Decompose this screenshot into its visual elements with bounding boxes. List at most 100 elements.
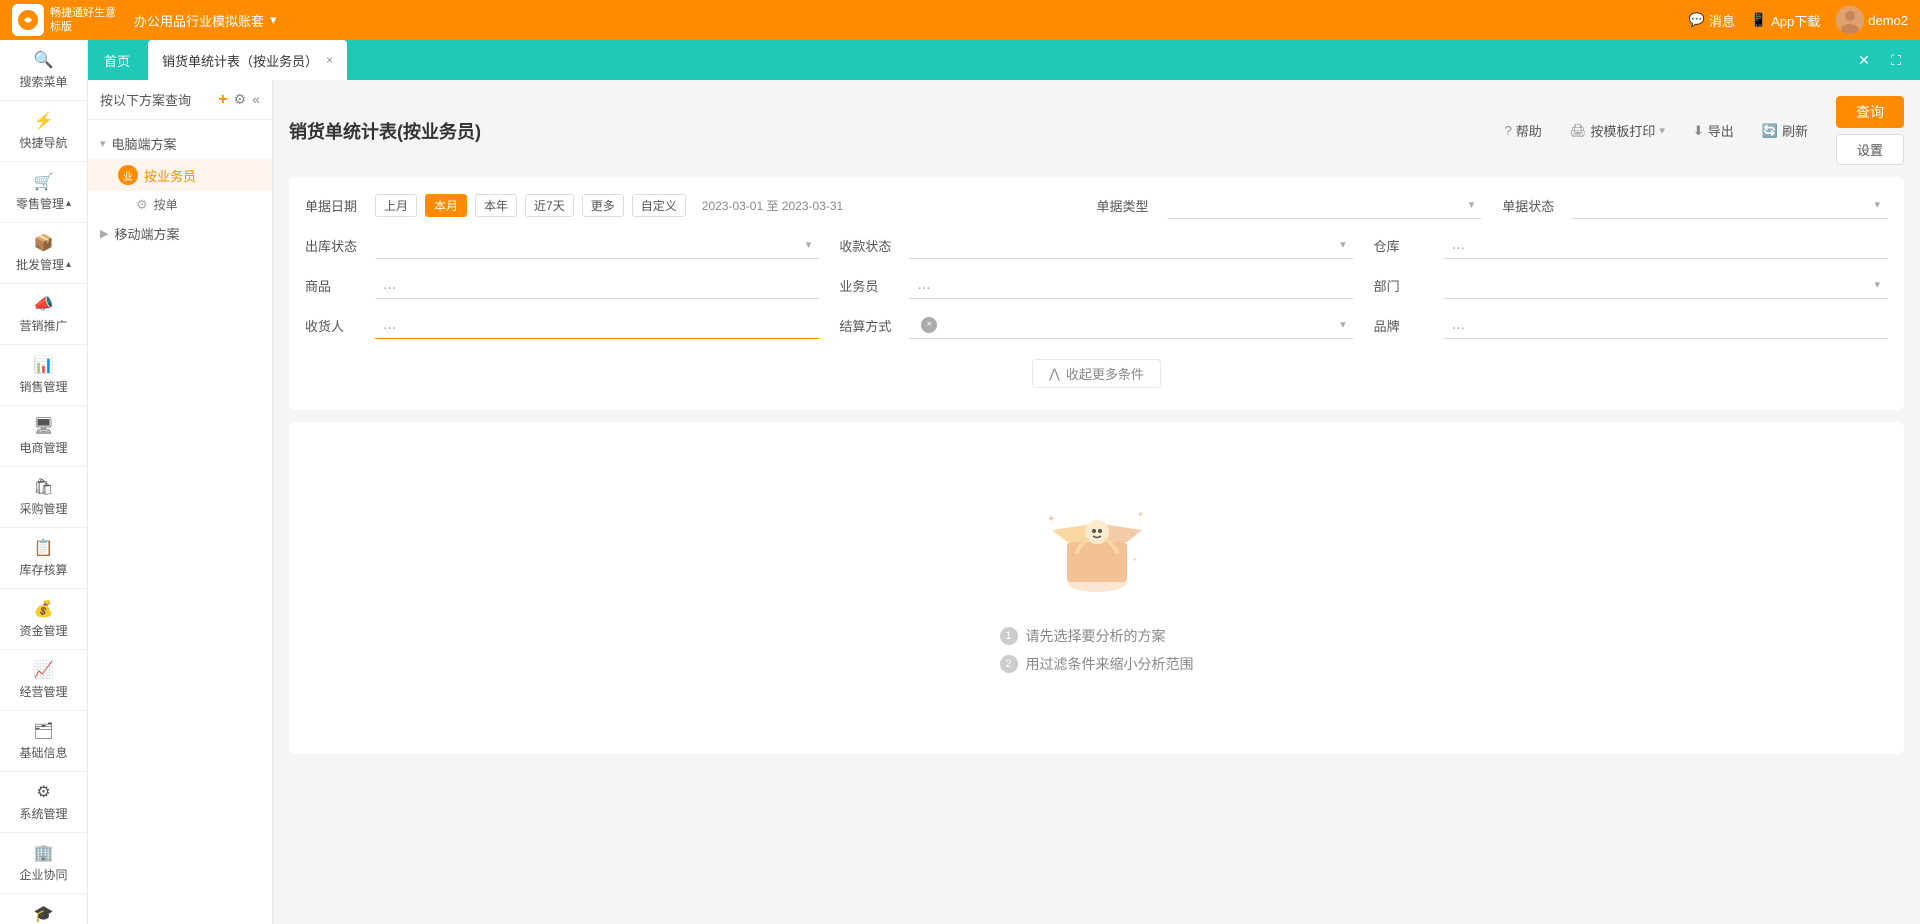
add-scheme-btn[interactable]: + — [218, 91, 227, 109]
filter-item-goods: 商品 ... — [305, 271, 819, 299]
wholesale-icon: 📦 — [34, 233, 54, 253]
left-panel-header-icons: + ⚙ « — [218, 91, 260, 109]
refresh-icon: 🔄 — [1762, 123, 1778, 139]
filter-payment-control[interactable]: ▾ — [909, 231, 1353, 259]
filter-type-control[interactable]: ▾ — [1167, 191, 1483, 219]
tree-group-pc-label[interactable]: ▾ 电脑端方案 — [88, 128, 272, 159]
settings-button[interactable]: 设置 — [1836, 134, 1904, 165]
filter-receiver-control[interactable]: ... — [375, 311, 819, 339]
type-dropdown-icon: ▾ — [1469, 198, 1475, 211]
filter-item-settle: 结算方式 × ▾ — [839, 311, 1353, 339]
tab-close-btn[interactable]: × — [326, 53, 333, 67]
date-btn-this-month[interactable]: 本月 — [425, 194, 467, 217]
sidebar-item-purchase[interactable]: 🛍 采购管理 — [0, 467, 87, 528]
tip-1-text: 请先选择要分析的方案 — [1026, 626, 1166, 646]
tree-group-mobile-arrow: ▶ — [100, 227, 108, 240]
filter-item-warehouse: 仓库 ... — [1374, 231, 1888, 259]
export-icon: ⬇ — [1693, 123, 1704, 139]
newbie-icon: 🎓 — [34, 904, 54, 924]
app-logo: 畅捷通好生意 标版 — [12, 4, 116, 36]
template-print-label: 按模板打印 — [1590, 121, 1655, 140]
salesperson-active-dot: 业 — [118, 165, 138, 185]
sidebar-item-search-menu[interactable]: 🔍 搜索菜单 — [0, 40, 87, 101]
left-panel: 按以下方案查询 + ⚙ « ▾ 电脑端方案 — [88, 80, 273, 924]
collapse-bar: ⋀ 收起更多条件 — [305, 351, 1888, 396]
filter-brand-control[interactable]: ... — [1444, 311, 1888, 339]
tab-home[interactable]: 首页 — [88, 40, 146, 80]
tree-item-salesperson[interactable]: 业 按业务员 — [88, 159, 272, 191]
finance-icon: 💰 — [34, 599, 54, 619]
search-menu-label: 搜索菜单 — [19, 73, 67, 90]
sidebar: 🔍 搜索菜单 ⚡ 快捷导航 🛒 零售管理 ▴ 📦 批发管理 ▴ — [0, 40, 88, 924]
window-expand-btn[interactable]: ⛶ — [1884, 48, 1908, 72]
filter-dept-control[interactable]: ▾ — [1444, 271, 1888, 299]
sidebar-item-basic[interactable]: 🗂 基础信息 — [0, 711, 87, 772]
sidebar-item-operations[interactable]: 📈 经营管理 — [0, 650, 87, 711]
print-icon: 🖨 — [1570, 123, 1587, 139]
help-btn[interactable]: ? 帮助 — [1497, 117, 1550, 144]
date-btn-last-month[interactable]: 上月 — [375, 194, 417, 217]
filter-status-control[interactable]: ▾ — [1572, 191, 1888, 219]
purchase-icon: 🛍 — [33, 477, 53, 497]
template-print-btn[interactable]: 🖨 按模板打印 ▾ — [1562, 117, 1673, 144]
sidebar-item-quick-nav[interactable]: ⚡ 快捷导航 — [0, 101, 87, 162]
filter-item-brand: 品牌 ... — [1374, 311, 1888, 339]
purchase-label: 采购管理 — [19, 500, 67, 517]
collapse-panel-btn[interactable]: « — [252, 91, 260, 109]
svg-text:✦: ✦ — [1137, 510, 1144, 519]
download-icon: 📱 — [1751, 12, 1767, 28]
tip-2-num: 2 — [1000, 655, 1018, 673]
sidebar-item-retail[interactable]: 🛒 零售管理 ▴ — [0, 162, 87, 223]
sidebar-item-ecommerce[interactable]: 🖥 电商管理 — [0, 406, 87, 467]
tree-group-mobile-label[interactable]: ▶ 移动端方案 — [88, 218, 272, 249]
date-btn-this-year[interactable]: 本年 — [475, 194, 517, 217]
search-menu-icon: 🔍 — [34, 50, 54, 70]
tab-bar: 首页 销货单统计表（按业务员） × ✕ ⛶ — [88, 40, 1920, 80]
sales-icon: 📊 — [34, 355, 54, 375]
tab-active[interactable]: 销货单统计表（按业务员） × — [148, 40, 347, 80]
settings-scheme-btn[interactable]: ⚙ — [234, 91, 247, 109]
main-layout: 🔍 搜索菜单 ⚡ 快捷导航 🛒 零售管理 ▴ 📦 批发管理 ▴ — [0, 40, 1920, 924]
filter-warehouse-control[interactable]: ... — [1444, 231, 1888, 259]
empty-tip-2: 2 用过滤条件来缩小分析范围 — [1000, 654, 1194, 674]
retail-arrow-icon: ▴ — [66, 198, 71, 209]
date-btn-7days[interactable]: 近7天 — [525, 194, 574, 217]
settle-clear-btn[interactable]: × — [921, 317, 937, 333]
filter-salesperson-control[interactable]: ... — [909, 271, 1353, 299]
sidebar-item-system[interactable]: ⚙ 系统管理 — [0, 772, 87, 833]
filter-item-payment: 收款状态 ▾ — [839, 231, 1353, 259]
app-download-btn[interactable]: 📱 App下载 — [1751, 11, 1820, 30]
sidebar-item-sales[interactable]: 📊 销售管理 — [0, 345, 87, 406]
tree-sub-item-byorder[interactable]: ⚙ 按单 — [88, 191, 272, 218]
refresh-btn[interactable]: 🔄 刷新 — [1754, 117, 1816, 144]
main-panel: 销货单统计表(按业务员) ? 帮助 🖨 按模板打印 ▾ — [273, 80, 1920, 924]
date-btn-more[interactable]: 更多 — [582, 194, 624, 217]
filter-date-label: 单据日期 — [305, 196, 375, 215]
sidebar-item-marketing[interactable]: 📣 营销推广 — [0, 284, 87, 345]
sidebar-item-finance[interactable]: 💰 资金管理 — [0, 589, 87, 650]
sidebar-item-wholesale[interactable]: 📦 批发管理 ▴ — [0, 223, 87, 284]
avatar — [1836, 6, 1864, 34]
sales-label: 销售管理 — [19, 378, 67, 395]
window-close-btn[interactable]: ✕ — [1852, 48, 1876, 72]
empty-illustration: ✦ ✦ ✦ — [1037, 502, 1157, 602]
enterprise-label: 企业协同 — [19, 866, 67, 883]
filter-ship-control[interactable]: ▾ — [375, 231, 819, 259]
collapse-filter-btn[interactable]: ⋀ 收起更多条件 — [1032, 359, 1161, 388]
message-btn[interactable]: 💬 消息 — [1689, 11, 1735, 30]
workspace-selector[interactable]: 办公用品行业模拟账套 ▾ — [134, 11, 277, 30]
sidebar-item-enterprise[interactable]: 🏢 企业协同 — [0, 833, 87, 894]
tree-group-mobile: ▶ 移动端方案 — [88, 218, 272, 249]
filter-goods-control[interactable]: ... — [375, 271, 819, 299]
date-btn-custom[interactable]: 自定义 — [632, 194, 686, 217]
user-btn[interactable]: demo2 — [1836, 6, 1908, 34]
finance-label: 资金管理 — [19, 622, 67, 639]
filter-settle-control[interactable]: × ▾ — [909, 311, 1353, 339]
sidebar-item-inventory[interactable]: 📋 库存核算 — [0, 528, 87, 589]
query-button[interactable]: 查询 — [1836, 96, 1904, 128]
sidebar-item-newbie[interactable]: 🎓 新手引导 — [0, 894, 87, 924]
filter-item-type: 单据类型 ▾ — [1097, 191, 1483, 219]
filter-warehouse-label: 仓库 — [1374, 236, 1444, 255]
export-btn[interactable]: ⬇ 导出 — [1685, 117, 1742, 144]
date-range-text: 2023-03-01 至 2023-03-31 — [702, 197, 843, 214]
